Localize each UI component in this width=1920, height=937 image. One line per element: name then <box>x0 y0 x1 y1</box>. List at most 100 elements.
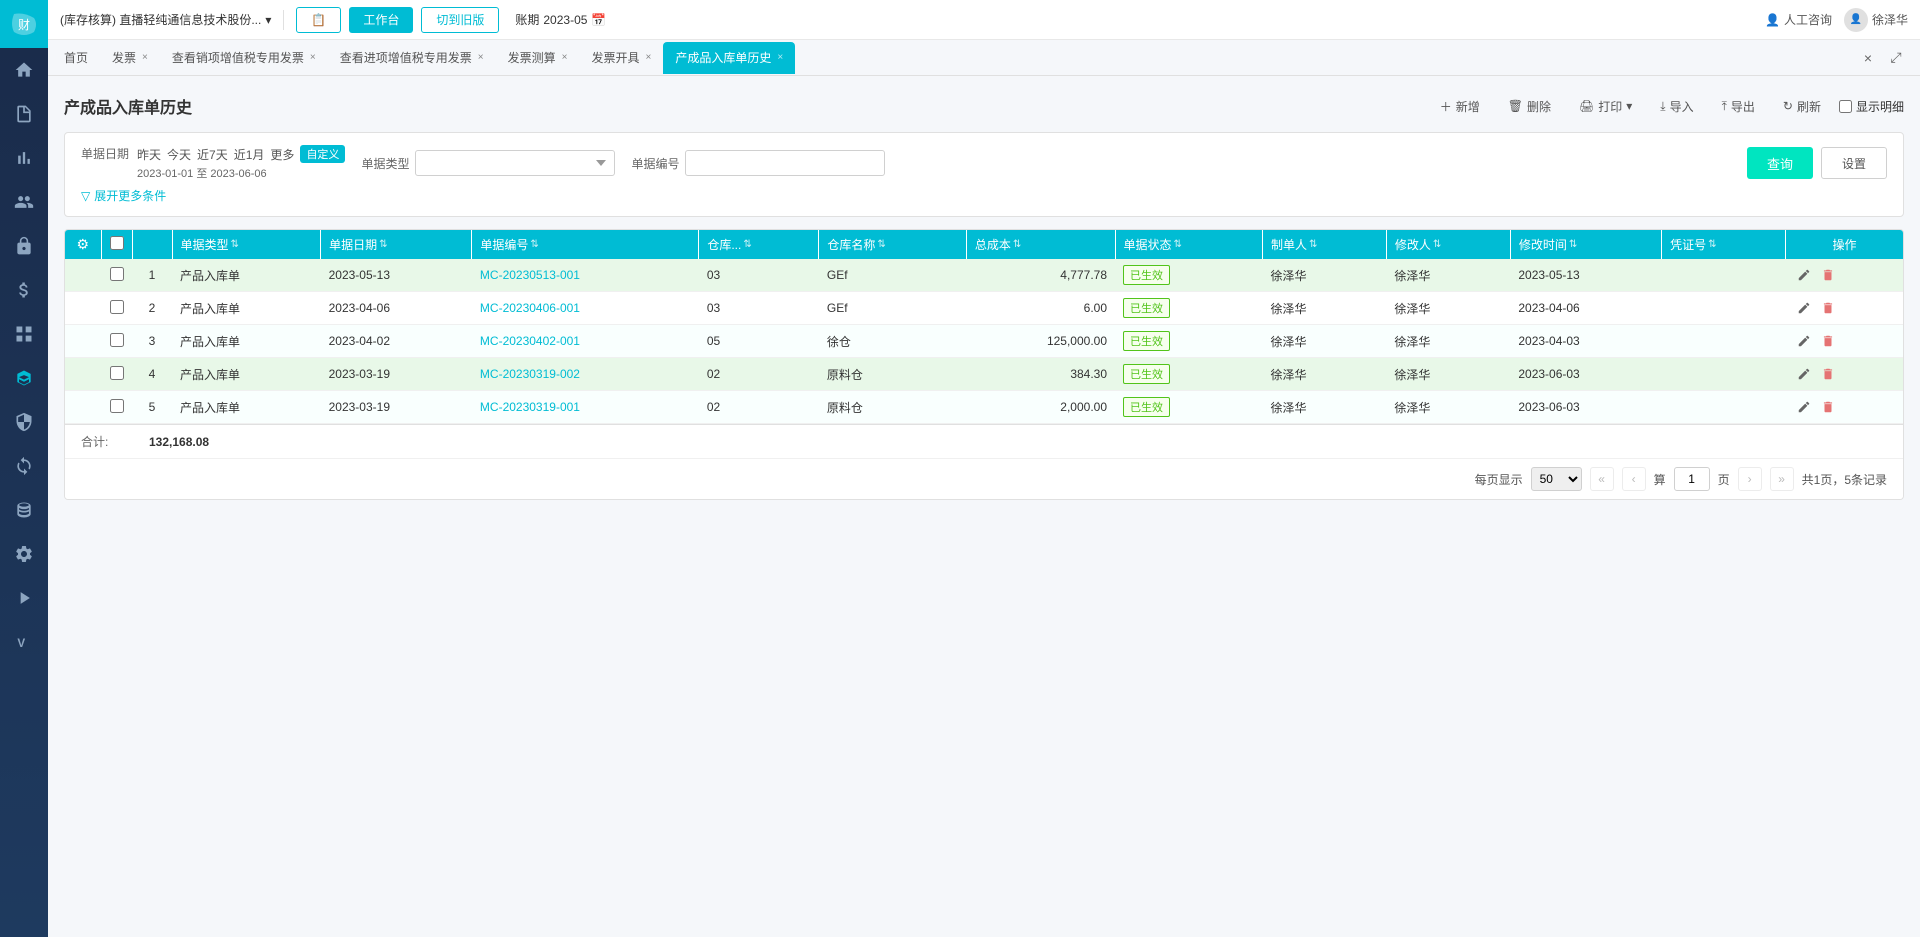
query-btn[interactable]: 查询 <box>1747 147 1813 179</box>
filter-date-today[interactable]: 今天 <box>167 146 191 163</box>
sidebar-item-grid[interactable] <box>0 312 48 356</box>
td-number-link-0[interactable]: MC-20230513-001 <box>480 268 580 282</box>
row-checkbox-2[interactable] <box>110 333 124 347</box>
tab-product-history-close[interactable]: × <box>777 52 783 63</box>
filter-date-1month[interactable]: 近1月 <box>234 146 265 163</box>
row-checkbox-3[interactable] <box>110 366 124 380</box>
user-profile[interactable]: 👤 徐泽华 <box>1844 8 1908 32</box>
tab-invoice-open[interactable]: 发票开具 × <box>579 42 663 74</box>
period-label: 账期 <box>515 11 539 28</box>
company-selector[interactable]: (库存核算) 直播轻纯通信息技术股份... ▾ <box>60 11 271 28</box>
export-btn[interactable]: ⤒ 导出 <box>1712 92 1765 120</box>
page-number-input[interactable] <box>1674 467 1710 491</box>
sidebar-item-play[interactable] <box>0 576 48 620</box>
filter-date-more[interactable]: 更多 <box>270 146 294 163</box>
th-creator[interactable]: 制单人⇅ <box>1262 230 1386 259</box>
th-number[interactable]: 单据编号⇅ <box>472 230 699 259</box>
th-date[interactable]: 单据日期⇅ <box>321 230 472 259</box>
delete-icon-0[interactable] <box>1818 265 1838 285</box>
tab-invoice-calc[interactable]: 发票测算 × <box>496 42 580 74</box>
th-modifier[interactable]: 修改人⇅ <box>1386 230 1510 259</box>
sidebar-item-users[interactable] <box>0 180 48 224</box>
show-detail-checkbox[interactable] <box>1839 100 1852 113</box>
support-btn[interactable]: 👤 人工咨询 <box>1765 11 1832 28</box>
sidebar-item-stamp[interactable] <box>0 400 48 444</box>
tab-invoice-open-label: 发票开具 <box>591 49 639 66</box>
edit-icon-1[interactable] <box>1794 298 1814 318</box>
th-modify-time[interactable]: 修改时间⇅ <box>1510 230 1661 259</box>
sidebar-item-chart[interactable] <box>0 136 48 180</box>
th-warehouse-code[interactable]: 仓库...⇅ <box>699 230 819 259</box>
period-calendar-icon[interactable]: 📅 <box>591 13 606 27</box>
td-number-link-2[interactable]: MC-20230402-001 <box>480 334 580 348</box>
th-total-cost[interactable]: 总成本⇅ <box>966 230 1115 259</box>
edit-icon-3[interactable] <box>1794 364 1814 384</box>
td-creator-0: 徐泽华 <box>1262 259 1386 292</box>
per-page-select[interactable]: 50 10 20 100 <box>1531 467 1582 491</box>
next-page-btn[interactable]: › <box>1738 467 1762 491</box>
edit-icon-4[interactable] <box>1794 397 1814 417</box>
row-checkbox-1[interactable] <box>110 300 124 314</box>
filter-date-shortcuts: 昨天 今天 近7天 近1月 更多 自定义 <box>137 145 345 163</box>
filter-date-7days[interactable]: 近7天 <box>197 146 228 163</box>
filter-expand-btn[interactable]: ▽ 展开更多条件 <box>81 187 1887 204</box>
filter-type-select[interactable] <box>415 150 615 176</box>
sidebar-item-finance[interactable] <box>0 268 48 312</box>
tab-invoice-close[interactable]: × <box>142 52 148 63</box>
switch-old-btn[interactable]: 切到旧版 <box>421 7 499 33</box>
th-type[interactable]: 单据类型⇅ <box>172 230 321 259</box>
tab-product-history[interactable]: 产成品入库单历史 × <box>663 42 795 74</box>
tab-check-sales-close[interactable]: × <box>310 52 316 63</box>
refresh-btn[interactable]: ↻ 刷新 <box>1773 92 1831 120</box>
last-page-btn[interactable]: » <box>1770 467 1794 491</box>
delete-btn[interactable]: 🗑 删除 <box>1498 92 1561 120</box>
edit-icon-0[interactable] <box>1794 265 1814 285</box>
sidebar-item-settings[interactable] <box>0 532 48 576</box>
filter-date-custom[interactable]: 自定义 <box>300 145 345 163</box>
tab-invoice[interactable]: 发票 × <box>100 42 160 74</box>
show-detail-label[interactable]: 显示明细 <box>1839 98 1904 115</box>
tab-invoice-calc-close[interactable]: × <box>562 52 568 63</box>
prev-page-btn[interactable]: ‹ <box>1622 467 1646 491</box>
tab-home[interactable]: 首页 <box>52 42 100 74</box>
new-btn[interactable]: ＋ 新增 <box>1430 92 1490 120</box>
print-btn[interactable]: 🖨 打印 ▾ <box>1569 92 1642 120</box>
import-btn[interactable]: ⤓ 导入 <box>1650 92 1703 120</box>
tab-check-purchase-close[interactable]: × <box>478 52 484 63</box>
sidebar-item-document[interactable] <box>0 92 48 136</box>
row-checkbox-0[interactable] <box>110 267 124 281</box>
td-number-link-3[interactable]: MC-20230319-002 <box>480 367 580 381</box>
sidebar-item-v[interactable]: V <box>0 620 48 664</box>
sidebar-item-lock[interactable] <box>0 224 48 268</box>
tab-close-all-btn[interactable]: × <box>1856 46 1880 70</box>
tab-expand-btn[interactable]: ⤢ <box>1884 46 1908 70</box>
sidebar-item-box[interactable] <box>0 356 48 400</box>
sidebar-item-home[interactable] <box>0 48 48 92</box>
delete-icon-2[interactable] <box>1818 331 1838 351</box>
th-status[interactable]: 单据状态⇅ <box>1115 230 1262 259</box>
delete-icon-1[interactable] <box>1818 298 1838 318</box>
set-btn[interactable]: 设置 <box>1821 147 1887 179</box>
delete-icon-4[interactable] <box>1818 397 1838 417</box>
th-settings[interactable]: ⚙ <box>65 230 101 259</box>
first-page-btn[interactable]: « <box>1590 467 1614 491</box>
copy-btn[interactable]: 📋 <box>296 7 341 33</box>
workbench-btn[interactable]: 工作台 <box>349 7 413 33</box>
th-warehouse-name[interactable]: 仓库名称⇅ <box>819 230 966 259</box>
tab-check-sales[interactable]: 查看销项增值税专用发票 × <box>160 42 328 74</box>
tab-check-purchase[interactable]: 查看进项增值税专用发票 × <box>328 42 496 74</box>
filter-number-input[interactable] <box>685 150 885 176</box>
th-voucher[interactable]: 凭证号⇅ <box>1662 230 1786 259</box>
sidebar-item-database[interactable] <box>0 488 48 532</box>
td-number-link-4[interactable]: MC-20230319-001 <box>480 400 580 414</box>
delete-icon-3[interactable] <box>1818 364 1838 384</box>
tab-invoice-open-close[interactable]: × <box>645 52 651 63</box>
period-value: 2023-05 <box>543 13 587 27</box>
filter-date-yesterday[interactable]: 昨天 <box>137 146 161 163</box>
td-number-link-1[interactable]: MC-20230406-001 <box>480 301 580 315</box>
select-all-checkbox[interactable] <box>110 236 124 250</box>
support-label: 人工咨询 <box>1784 11 1832 28</box>
edit-icon-2[interactable] <box>1794 331 1814 351</box>
sidebar-item-cycle[interactable] <box>0 444 48 488</box>
row-checkbox-4[interactable] <box>110 399 124 413</box>
